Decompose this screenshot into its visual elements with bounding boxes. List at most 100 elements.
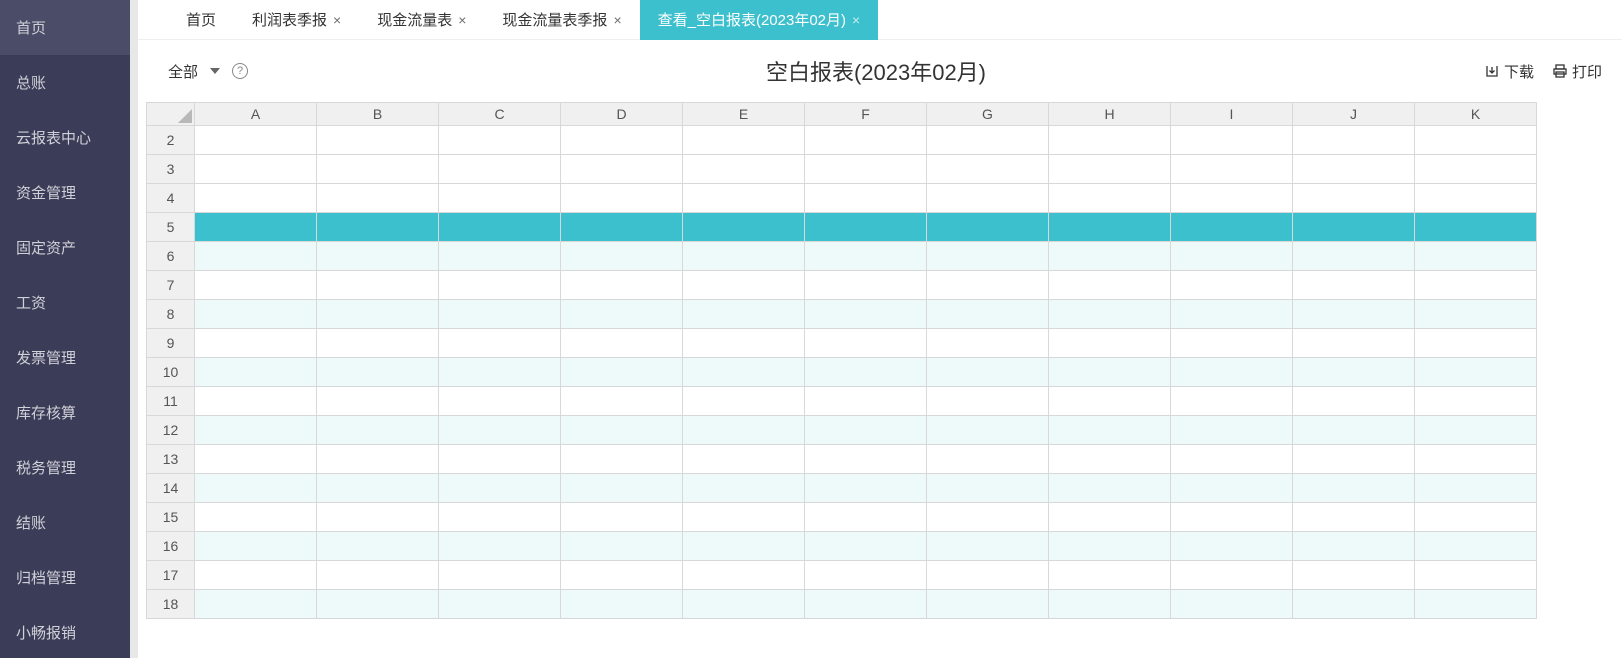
cell[interactable] xyxy=(1049,590,1171,619)
cell[interactable] xyxy=(805,387,927,416)
cell[interactable] xyxy=(927,126,1049,155)
cell[interactable] xyxy=(561,271,683,300)
cell[interactable] xyxy=(317,271,439,300)
cell[interactable] xyxy=(1415,300,1537,329)
cell[interactable] xyxy=(1171,358,1293,387)
cell[interactable] xyxy=(317,329,439,358)
cell[interactable] xyxy=(1415,184,1537,213)
cell[interactable] xyxy=(195,329,317,358)
cell[interactable] xyxy=(1415,503,1537,532)
cell[interactable] xyxy=(561,184,683,213)
cell[interactable] xyxy=(1415,126,1537,155)
print-button[interactable]: 打印 xyxy=(1552,61,1602,82)
cell[interactable] xyxy=(683,300,805,329)
column-header[interactable]: C xyxy=(439,103,561,126)
cell[interactable] xyxy=(1171,213,1293,242)
close-icon[interactable]: × xyxy=(333,12,341,28)
cell[interactable] xyxy=(317,155,439,184)
cell[interactable] xyxy=(439,271,561,300)
cell[interactable] xyxy=(683,358,805,387)
cell[interactable] xyxy=(1293,590,1415,619)
cell[interactable] xyxy=(805,213,927,242)
row-header[interactable]: 10 xyxy=(147,358,195,387)
cell[interactable] xyxy=(439,213,561,242)
cell[interactable] xyxy=(805,126,927,155)
cell[interactable] xyxy=(561,242,683,271)
cell[interactable] xyxy=(1171,503,1293,532)
cell[interactable] xyxy=(1049,155,1171,184)
cell[interactable] xyxy=(805,503,927,532)
row-header[interactable]: 13 xyxy=(147,445,195,474)
cell[interactable] xyxy=(1171,474,1293,503)
cell[interactable] xyxy=(1171,126,1293,155)
cell[interactable] xyxy=(927,445,1049,474)
close-icon[interactable]: × xyxy=(613,12,621,28)
cell[interactable] xyxy=(439,184,561,213)
sidebar-item-fund-mgmt[interactable]: 资金管理 xyxy=(0,165,130,220)
cell[interactable] xyxy=(805,474,927,503)
chevron-down-icon[interactable] xyxy=(210,68,220,74)
cell[interactable] xyxy=(561,503,683,532)
cell[interactable] xyxy=(317,358,439,387)
cell[interactable] xyxy=(927,416,1049,445)
cell[interactable] xyxy=(1171,271,1293,300)
cell[interactable] xyxy=(1293,184,1415,213)
cell[interactable] xyxy=(683,155,805,184)
cell[interactable] xyxy=(561,590,683,619)
row-header[interactable]: 2 xyxy=(147,126,195,155)
cell[interactable] xyxy=(1415,445,1537,474)
cell[interactable] xyxy=(317,184,439,213)
sidebar-scrollbar[interactable] xyxy=(130,0,138,658)
cell[interactable] xyxy=(927,358,1049,387)
cell[interactable] xyxy=(1293,474,1415,503)
cell[interactable] xyxy=(195,590,317,619)
cell[interactable] xyxy=(1049,213,1171,242)
cell[interactable] xyxy=(439,387,561,416)
sidebar-item-inventory[interactable]: 库存核算 xyxy=(0,385,130,440)
cell[interactable] xyxy=(1171,329,1293,358)
cell[interactable] xyxy=(683,271,805,300)
cell[interactable] xyxy=(1293,300,1415,329)
cell[interactable] xyxy=(561,561,683,590)
close-icon[interactable]: × xyxy=(458,12,466,28)
cell[interactable] xyxy=(317,445,439,474)
cell[interactable] xyxy=(1293,561,1415,590)
cell[interactable] xyxy=(1049,503,1171,532)
cell[interactable] xyxy=(1171,532,1293,561)
cell[interactable] xyxy=(439,300,561,329)
cell[interactable] xyxy=(1293,445,1415,474)
cell[interactable] xyxy=(1293,213,1415,242)
cell[interactable] xyxy=(805,532,927,561)
cell[interactable] xyxy=(1415,155,1537,184)
help-icon[interactable]: ? xyxy=(232,63,248,79)
cell[interactable] xyxy=(439,561,561,590)
cell[interactable] xyxy=(1049,184,1171,213)
cell[interactable] xyxy=(1293,387,1415,416)
cell[interactable] xyxy=(317,300,439,329)
cell[interactable] xyxy=(805,590,927,619)
cell[interactable] xyxy=(1171,561,1293,590)
cell[interactable] xyxy=(195,184,317,213)
cell[interactable] xyxy=(805,561,927,590)
cell[interactable] xyxy=(317,503,439,532)
cell[interactable] xyxy=(1049,387,1171,416)
tab-view-blank-report[interactable]: 查看_空白报表(2023年02月) × xyxy=(640,0,879,40)
cell[interactable] xyxy=(439,503,561,532)
column-header[interactable]: B xyxy=(317,103,439,126)
cell[interactable] xyxy=(1415,213,1537,242)
cell[interactable] xyxy=(195,416,317,445)
cell[interactable] xyxy=(1049,300,1171,329)
cell[interactable] xyxy=(317,213,439,242)
cell[interactable] xyxy=(195,155,317,184)
cell[interactable] xyxy=(1049,416,1171,445)
row-header[interactable]: 18 xyxy=(147,590,195,619)
cell[interactable] xyxy=(195,474,317,503)
sidebar-item-ledger[interactable]: 总账 xyxy=(0,55,130,110)
cell[interactable] xyxy=(1415,561,1537,590)
cell[interactable] xyxy=(683,474,805,503)
column-header[interactable]: D xyxy=(561,103,683,126)
cell[interactable] xyxy=(195,561,317,590)
cell[interactable] xyxy=(439,155,561,184)
row-header[interactable]: 17 xyxy=(147,561,195,590)
row-header[interactable]: 3 xyxy=(147,155,195,184)
